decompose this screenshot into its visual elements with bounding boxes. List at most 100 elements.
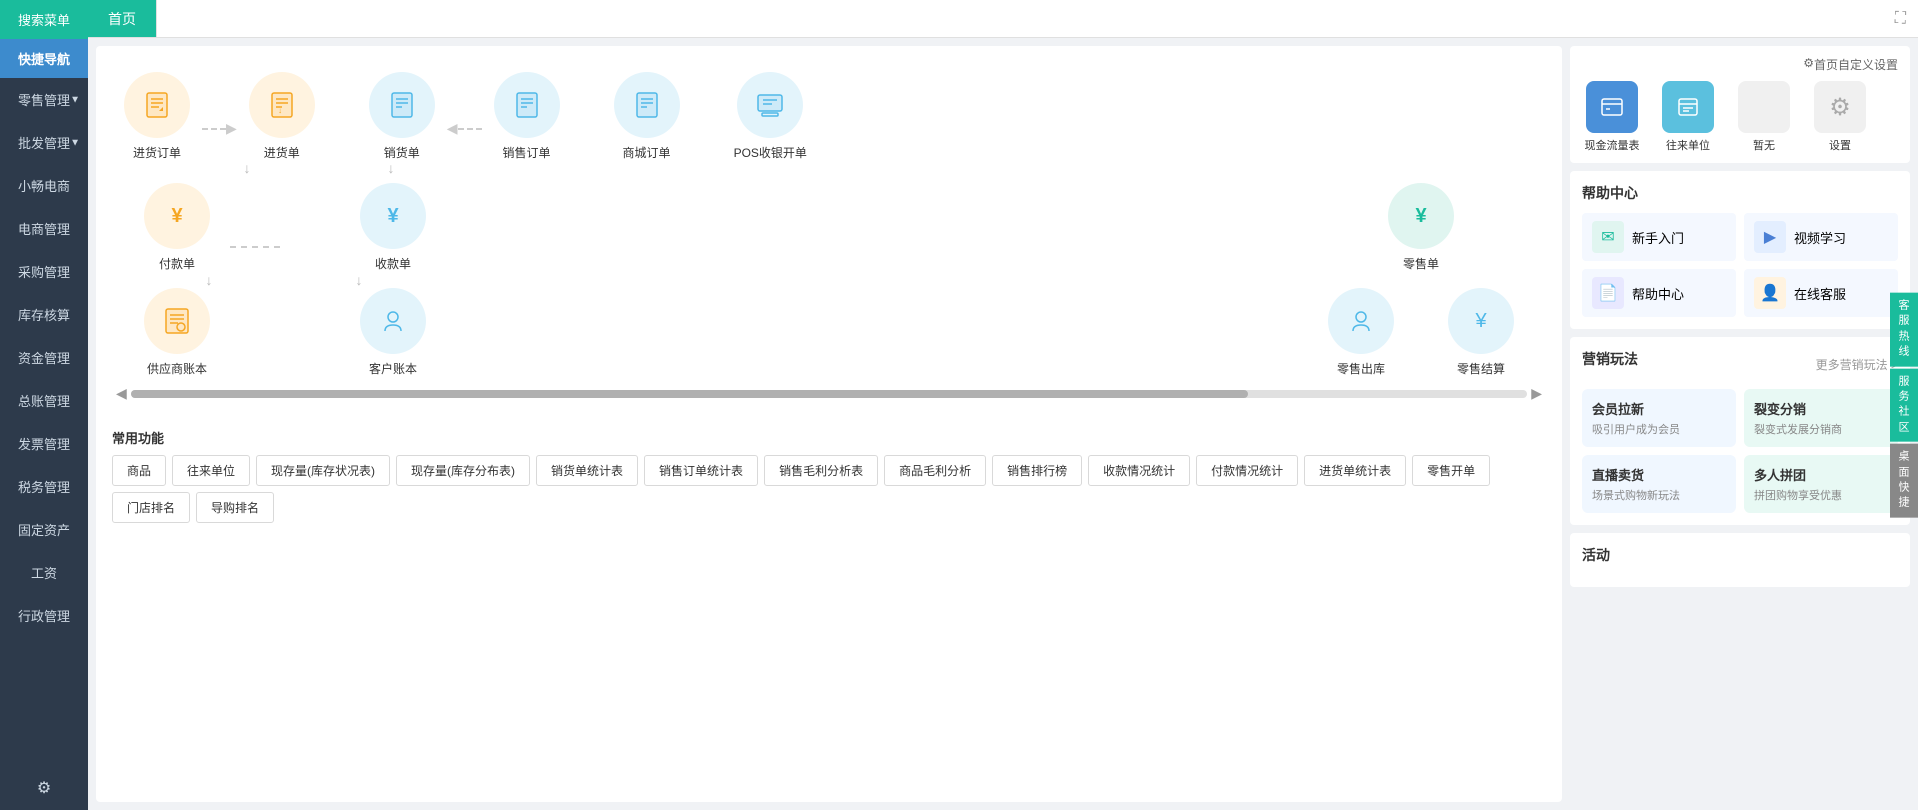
qa-item-units[interactable]: 往来单位 [1658, 81, 1718, 153]
mkt-live[interactable]: 直播卖货 场景式购物新玩法 [1582, 455, 1736, 513]
payment-label: 付款单 [159, 255, 195, 272]
sidebar: 搜索菜单 快捷导航 零售管理 ▼ 批发管理 ▼ 小畅电商 电商管理 采购管理 库… [0, 0, 88, 810]
settings-icon[interactable]: ⚙ [0, 766, 88, 810]
mkt-member-desc: 吸引用户成为会员 [1592, 421, 1726, 437]
sales-order-label: 销售订单 [503, 144, 551, 161]
qa-cashflow-label: 现金流量表 [1585, 137, 1640, 153]
mkt-fission[interactable]: 裂变分销 裂变式发展分销商 [1744, 389, 1898, 447]
quick-nav[interactable]: 快捷导航 [0, 39, 88, 78]
customer-book-icon [360, 288, 426, 354]
qa-item-settings[interactable]: ⚙ 设置 [1810, 81, 1870, 153]
mkt-member[interactable]: 会员拉新 吸引用户成为会员 [1582, 389, 1736, 447]
help-item-chat[interactable]: 👤 在线客服 [1744, 269, 1898, 317]
receipt-label: 收款单 [375, 255, 411, 272]
sidebar-item-tax[interactable]: 税务管理 [0, 465, 88, 508]
cf-btn-stock1[interactable]: 现存量(库存状况表) [256, 455, 390, 486]
float-community[interactable]: 服务社区 [1890, 368, 1918, 442]
sidebar-item-ecom-mgmt-label: 电商管理 [18, 219, 70, 238]
cf-btn-payment-stat[interactable]: 付款情况统计 [1196, 455, 1298, 486]
qa-items: 现金流量表 往来单位 暂无 ⚙ 设置 [1582, 81, 1898, 153]
maximize-button[interactable]: ⛶ [1883, 10, 1918, 28]
sidebar-item-retail[interactable]: 零售管理 ▼ [0, 78, 88, 121]
cashflow-icon [1586, 81, 1638, 133]
cf-btn-stock2[interactable]: 现存量(库存分布表) [396, 455, 530, 486]
sidebar-item-retail-label: 零售管理 [18, 90, 70, 109]
cf-btn-product-profit[interactable]: 商品毛利分析 [884, 455, 986, 486]
cf-btn-sales-rank[interactable]: 销售排行榜 [992, 455, 1082, 486]
sidebar-item-salary[interactable]: 工资 [0, 551, 88, 594]
retail-out-label: 零售出库 [1337, 360, 1385, 377]
sidebar-item-ledger[interactable]: 总账管理 [0, 379, 88, 422]
cf-btn-sales-order-stat[interactable]: 销售订单统计表 [644, 455, 758, 486]
cf-btn-sales-stat[interactable]: 销货单统计表 [536, 455, 638, 486]
flow-node-mall-order[interactable]: 商城订单 [614, 72, 680, 161]
qa-item-cashflow[interactable]: 现金流量表 [1582, 81, 1642, 153]
sidebar-item-ecom-mgmt[interactable]: 电商管理 [0, 207, 88, 250]
marketing-more[interactable]: 更多营销玩法 > [1816, 356, 1898, 373]
sidebar-item-assets[interactable]: 固定资产 [0, 508, 88, 551]
help-item-beginner[interactable]: ✉ 新手入门 [1582, 213, 1736, 261]
sidebar-item-finance[interactable]: 资金管理 [0, 336, 88, 379]
marketing-grid: 会员拉新 吸引用户成为会员 裂变分销 裂变式发展分销商 直播卖货 场景式购物新玩… [1582, 389, 1898, 513]
chat-icon: 👤 [1754, 277, 1786, 309]
tab-home[interactable]: 首页 [88, 0, 157, 37]
cf-btn-receipt-stat[interactable]: 收款情况统计 [1088, 455, 1190, 486]
flow-node-retail[interactable]: ¥ 零售单 [1388, 183, 1454, 272]
sidebar-item-purchase[interactable]: 采购管理 [0, 250, 88, 293]
flow-node-supplier-book[interactable]: 供应商账本 [144, 288, 210, 377]
mkt-fission-title: 裂变分销 [1754, 399, 1888, 418]
scroll-right[interactable]: ▶ [1527, 385, 1546, 402]
help-item-video[interactable]: ▶ 视频学习 [1744, 213, 1898, 261]
beginner-icon: ✉ [1592, 221, 1624, 253]
cf-btn-product[interactable]: 商品 [112, 455, 166, 486]
helpcenter-label: 帮助中心 [1632, 284, 1684, 303]
qa-settings[interactable]: ⚙ 首页自定义设置 [1582, 56, 1898, 73]
activity-title: 活动 [1582, 545, 1898, 565]
flow-node-sales-order[interactable]: 销售订单 [494, 72, 560, 161]
flow-node-retail-settle[interactable]: ¥ 零售结算 [1448, 288, 1514, 377]
mkt-group-desc: 拼团购物享受优惠 [1754, 487, 1888, 503]
sidebar-item-ecommerce[interactable]: 小畅电商 [0, 164, 88, 207]
help-item-helpcenter[interactable]: 📄 帮助中心 [1582, 269, 1736, 317]
mkt-group[interactable]: 多人拼团 拼团购物享受优惠 [1744, 455, 1898, 513]
flow-node-payment[interactable]: ¥ 付款单 [144, 183, 210, 272]
qa-units-label: 往来单位 [1666, 137, 1710, 153]
sidebar-item-inventory[interactable]: 库存核算 [0, 293, 88, 336]
sidebar-item-admin[interactable]: 行政管理 [0, 594, 88, 637]
cf-btn-retail-order[interactable]: 零售开单 [1412, 455, 1490, 486]
sidebar-item-wholesale[interactable]: 批发管理 ▼ [0, 121, 88, 164]
mkt-member-title: 会员拉新 [1592, 399, 1726, 418]
flow-node-receipt[interactable]: ¥ 收款单 [360, 183, 426, 272]
cf-btn-unit[interactable]: 往来单位 [172, 455, 250, 486]
flow-node-purchase[interactable]: ↓ 进货单 [249, 72, 315, 161]
flow-node-purchase-order[interactable]: 进货订单 [124, 72, 190, 161]
receipt-icon: ¥ [360, 183, 426, 249]
sidebar-item-finance-label: 资金管理 [18, 348, 70, 367]
quick-access: ⚙ 首页自定义设置 现金流量表 往来单位 [1570, 46, 1910, 163]
mkt-live-title: 直播卖货 [1592, 465, 1726, 484]
float-buttons: 客服热线 服务社区 桌面快捷 [1890, 293, 1918, 518]
float-service[interactable]: 客服热线 [1890, 293, 1918, 367]
mkt-group-title: 多人拼团 [1754, 465, 1888, 484]
settings-qa-icon: ⚙ [1814, 81, 1866, 133]
cf-btn-sales-profit[interactable]: 销售毛利分析表 [764, 455, 878, 486]
flow-diagram: 进货订单 ▶ ↓ 进货单 [112, 62, 1546, 412]
cf-btn-guide-rank[interactable]: 导购排名 [196, 492, 274, 523]
sidebar-item-salary-label: 工资 [31, 563, 57, 582]
scroll-track[interactable] [131, 390, 1527, 398]
flow-node-sales[interactable]: 销货单 [369, 72, 435, 161]
search-menu[interactable]: 搜索菜单 [0, 0, 88, 39]
scroll-left[interactable]: ◀ [112, 385, 131, 402]
retail-settle-icon: ¥ [1448, 288, 1514, 354]
float-desktop[interactable]: 桌面快捷 [1890, 444, 1918, 518]
marketing-section: 营销玩法 更多营销玩法 > 会员拉新 吸引用户成为会员 裂变分销 裂变式发展分销… [1570, 337, 1910, 525]
flow-node-pos[interactable]: POS收银开单 [734, 72, 807, 161]
flow-node-customer-book[interactable]: 客户账本 [360, 288, 426, 377]
gear-icon: ⚙ [1803, 56, 1814, 73]
cf-btn-purchase-stat[interactable]: 进货单统计表 [1304, 455, 1406, 486]
scroll-thumb [131, 390, 1248, 398]
cf-btn-store-rank[interactable]: 门店排名 [112, 492, 190, 523]
flow-node-retail-out[interactable]: 零售出库 [1328, 288, 1394, 377]
sidebar-item-invoice-label: 发票管理 [18, 434, 70, 453]
sidebar-item-invoice[interactable]: 发票管理 [0, 422, 88, 465]
